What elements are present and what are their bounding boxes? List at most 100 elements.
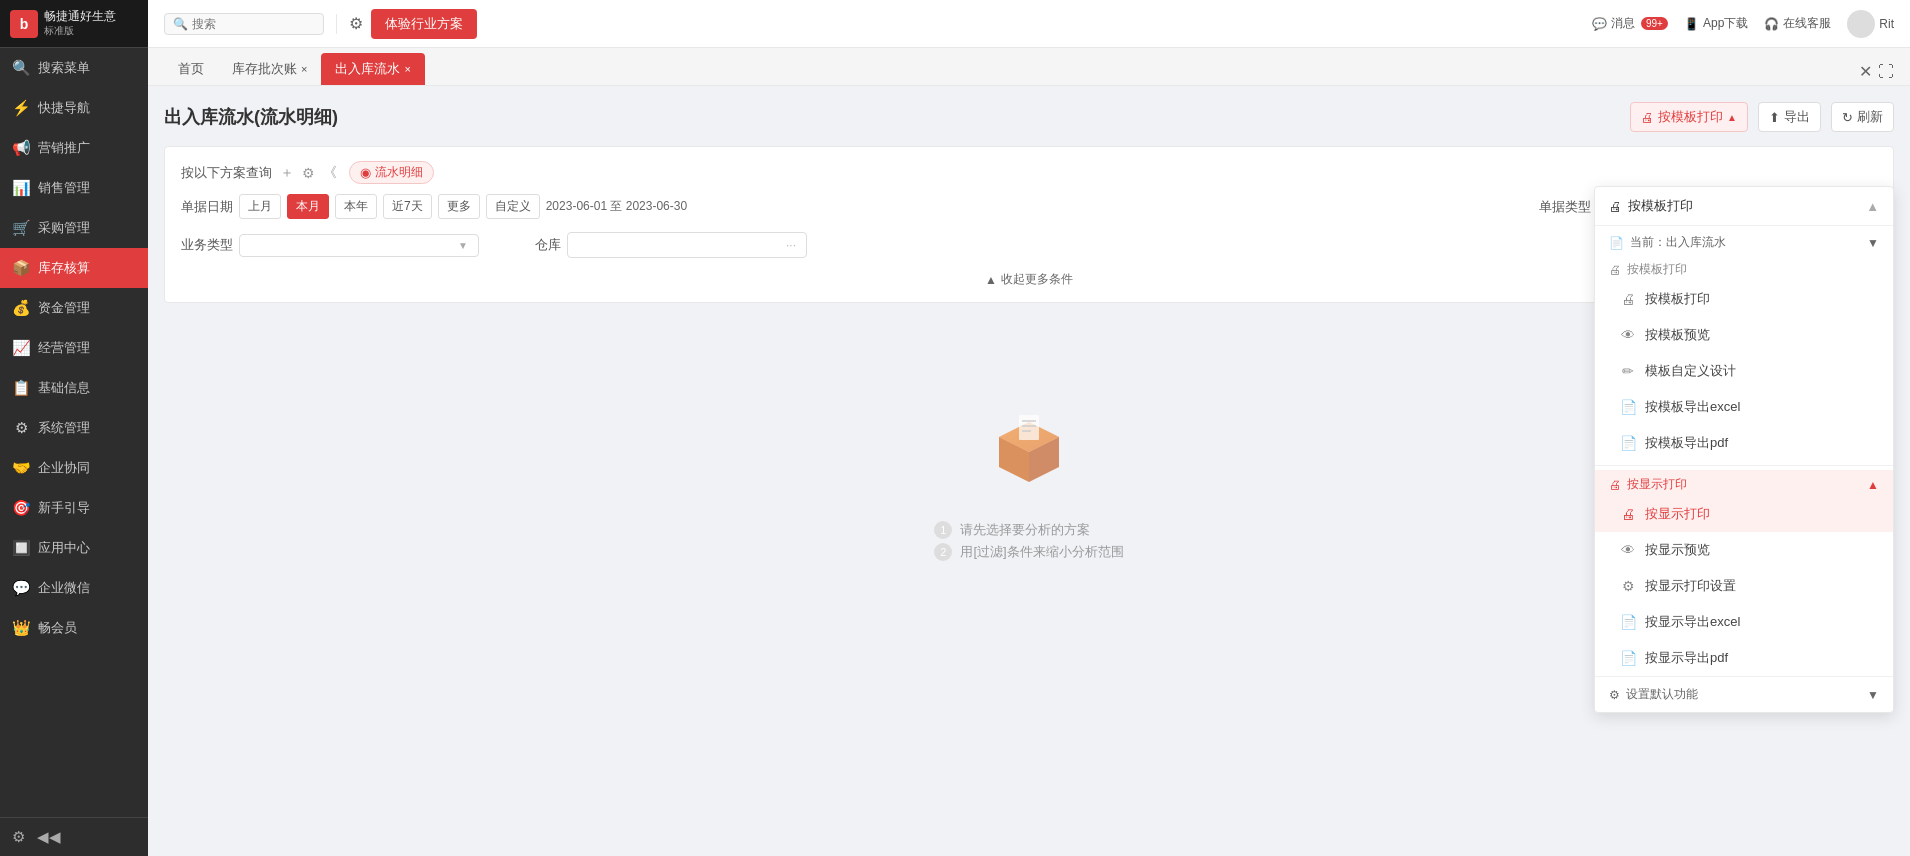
template-print-item[interactable]: 🖨 按模板打印 xyxy=(1595,281,1893,317)
warehouse-label: 仓库 xyxy=(535,236,561,254)
more-icon: ··· xyxy=(786,238,796,252)
design-icon: ✏ xyxy=(1619,363,1637,379)
biz-type-field: 业务类型 ▼ xyxy=(181,234,479,257)
app-name: 畅捷通好生意 xyxy=(44,9,116,25)
filter-add-icon[interactable]: ＋ xyxy=(280,164,294,182)
grid-icon: 🔲 xyxy=(12,539,30,557)
topbar-settings-icon[interactable]: ⚙ xyxy=(349,14,363,33)
sidebar-item-basic-info[interactable]: 📋 基础信息 xyxy=(0,368,148,408)
date-custom[interactable]: 自定义 xyxy=(486,194,540,219)
trial-btn[interactable]: 体验行业方案 xyxy=(371,9,477,39)
sidebar-item-wecom[interactable]: 💬 企业微信 xyxy=(0,568,148,608)
tab-close-inout-flow[interactable]: × xyxy=(404,63,410,75)
app-download-item[interactable]: 📱 App下载 xyxy=(1684,15,1748,32)
sidebar-item-collab[interactable]: 🤝 企业协同 xyxy=(0,448,148,488)
page-header: 出入库流水(流水明细) 🖨 按模板打印 ▲ ⬆ 导出 ↻ 刷新 xyxy=(164,102,1894,132)
print-template-btn[interactable]: 🖨 按模板打印 ▲ xyxy=(1630,102,1748,132)
page-title: 出入库流水(流水明细) xyxy=(164,105,338,129)
display-export-excel-item[interactable]: 📄 按显示导出excel xyxy=(1595,604,1893,640)
sidebar-item-purchase[interactable]: 🛒 采购管理 xyxy=(0,208,148,248)
date-last-month[interactable]: 上月 xyxy=(239,194,281,219)
biz-type-dropdown[interactable]: ▼ xyxy=(239,234,479,257)
chevron-up-icon-2: ▲ xyxy=(985,273,997,287)
headset-icon: 🎧 xyxy=(1764,17,1779,31)
date-filter-buttons: 上月 本月 本年 近7天 更多 自定义 xyxy=(239,194,540,219)
doc-type-label: 单据类型 xyxy=(1539,198,1591,216)
warehouse-dropdown[interactable]: ··· xyxy=(567,232,807,258)
settings-bottom-icon[interactable]: ⚙ xyxy=(12,828,25,846)
avatar xyxy=(1847,10,1875,38)
close-tab-icon[interactable]: ✕ xyxy=(1859,62,1872,81)
tab-inventory-batch[interactable]: 库存批次账 × xyxy=(218,53,321,85)
date-this-month[interactable]: 本月 xyxy=(287,194,329,219)
sidebar: b 畅捷通好生意 标准版 🔍 搜索菜单 ⚡ 快捷导航 📢 营销推广 📊 销售管理… xyxy=(0,0,148,856)
sidebar-item-search[interactable]: 🔍 搜索菜单 xyxy=(0,48,148,88)
filter-settings-icon[interactable]: ⚙ xyxy=(302,165,315,181)
dropdown-header-chevron[interactable]: ▲ xyxy=(1866,199,1879,214)
empty-steps: 1 请先选择要分析的方案 2 用[过滤]条件来缩小分析范围 xyxy=(934,517,1123,565)
sidebar-item-marketing[interactable]: 📢 营销推广 xyxy=(0,128,148,168)
flash-icon: ⚡ xyxy=(12,99,30,117)
sidebar-item-finance[interactable]: 💰 资金管理 xyxy=(0,288,148,328)
filter-collapse-icon[interactable]: 《 xyxy=(323,164,337,182)
date-more[interactable]: 更多 xyxy=(438,194,480,219)
megaphone-icon: 📢 xyxy=(12,139,30,157)
template-chevron-icon[interactable]: ▼ xyxy=(1867,236,1879,250)
tab-home[interactable]: 首页 xyxy=(164,53,218,85)
display-excel-icon: 📄 xyxy=(1619,614,1637,630)
sidebar-item-operation[interactable]: 📈 经营管理 xyxy=(0,328,148,368)
sidebar-item-app-center[interactable]: 🔲 应用中心 xyxy=(0,528,148,568)
excel-icon: 📄 xyxy=(1619,399,1637,415)
search-input[interactable] xyxy=(192,17,315,31)
empty-icon xyxy=(979,397,1079,497)
expand-tab-icon[interactable]: ⛶ xyxy=(1878,63,1894,81)
message-item[interactable]: 💬 消息 99+ xyxy=(1592,15,1668,32)
dropdown-footer[interactable]: ⚙ 设置默认功能 ▼ xyxy=(1595,676,1893,712)
date-last-7[interactable]: 近7天 xyxy=(383,194,432,219)
user-profile[interactable]: Rit xyxy=(1847,10,1894,38)
printer-icon: 🖨 xyxy=(1641,110,1654,125)
online-service-item[interactable]: 🎧 在线客服 xyxy=(1764,15,1831,32)
display-print-icon: 🖨 xyxy=(1619,506,1637,522)
section-template-label: 🖨 按模板打印 xyxy=(1595,255,1893,281)
sidebar-item-sales[interactable]: 📊 销售管理 xyxy=(0,168,148,208)
current-template: 📄 当前：出入库流水 ▼ xyxy=(1595,226,1893,255)
topbar-divider xyxy=(336,14,337,34)
step-num-1: 1 xyxy=(934,521,952,539)
template-custom-item[interactable]: ✏ 模板自定义设计 xyxy=(1595,353,1893,389)
date-this-year[interactable]: 本年 xyxy=(335,194,377,219)
section-display-chevron[interactable]: ▲ xyxy=(1867,478,1879,492)
template-indicator-icon: 📄 xyxy=(1609,236,1624,250)
export-btn[interactable]: ⬆ 导出 xyxy=(1758,102,1821,132)
empty-step-2: 2 用[过滤]条件来缩小分析范围 xyxy=(934,543,1123,561)
display-export-pdf-item[interactable]: 📄 按显示导出pdf xyxy=(1595,640,1893,676)
clipboard-icon: 📋 xyxy=(12,379,30,397)
tab-inout-flow[interactable]: 出入库流水 × xyxy=(321,53,424,85)
target-icon: 🎯 xyxy=(12,499,30,517)
display-print-settings-item[interactable]: ⚙ 按显示打印设置 xyxy=(1595,568,1893,604)
display-preview-item[interactable]: 👁 按显示预览 xyxy=(1595,532,1893,568)
dropdown-divider xyxy=(1595,465,1893,466)
refresh-btn[interactable]: ↻ 刷新 xyxy=(1831,102,1894,132)
topbar-search-box[interactable]: 🔍 xyxy=(164,13,324,35)
tab-close-inventory-batch[interactable]: × xyxy=(301,63,307,75)
print-icon: 🖨 xyxy=(1619,291,1637,307)
money-icon: 💰 xyxy=(12,299,30,317)
box-icon: 📦 xyxy=(12,259,30,277)
template-export-excel-item[interactable]: 📄 按模板导出excel xyxy=(1595,389,1893,425)
section-template-icon: 🖨 xyxy=(1609,263,1621,277)
sidebar-item-sys-mgmt[interactable]: ⚙ 系统管理 xyxy=(0,408,148,448)
display-settings-icon: ⚙ xyxy=(1619,578,1637,594)
template-export-pdf-item[interactable]: 📄 按模板导出pdf xyxy=(1595,425,1893,461)
sidebar-item-quick-nav[interactable]: ⚡ 快捷导航 xyxy=(0,88,148,128)
collapse-sidebar-icon[interactable]: ◀◀ xyxy=(37,828,61,846)
sidebar-item-member[interactable]: 👑 畅会员 xyxy=(0,608,148,648)
section-display-icon: 🖨 xyxy=(1609,478,1621,492)
sidebar-item-guide[interactable]: 🎯 新手引导 xyxy=(0,488,148,528)
display-print-item[interactable]: 🖨 按显示打印 xyxy=(1595,496,1893,532)
filter-tag-icon: ◉ xyxy=(360,165,371,180)
biz-type-label: 业务类型 xyxy=(181,236,233,254)
step-num-2: 2 xyxy=(934,543,952,561)
template-preview-item[interactable]: 👁 按模板预览 xyxy=(1595,317,1893,353)
sidebar-item-inventory[interactable]: 📦 库存核算 xyxy=(0,248,148,288)
